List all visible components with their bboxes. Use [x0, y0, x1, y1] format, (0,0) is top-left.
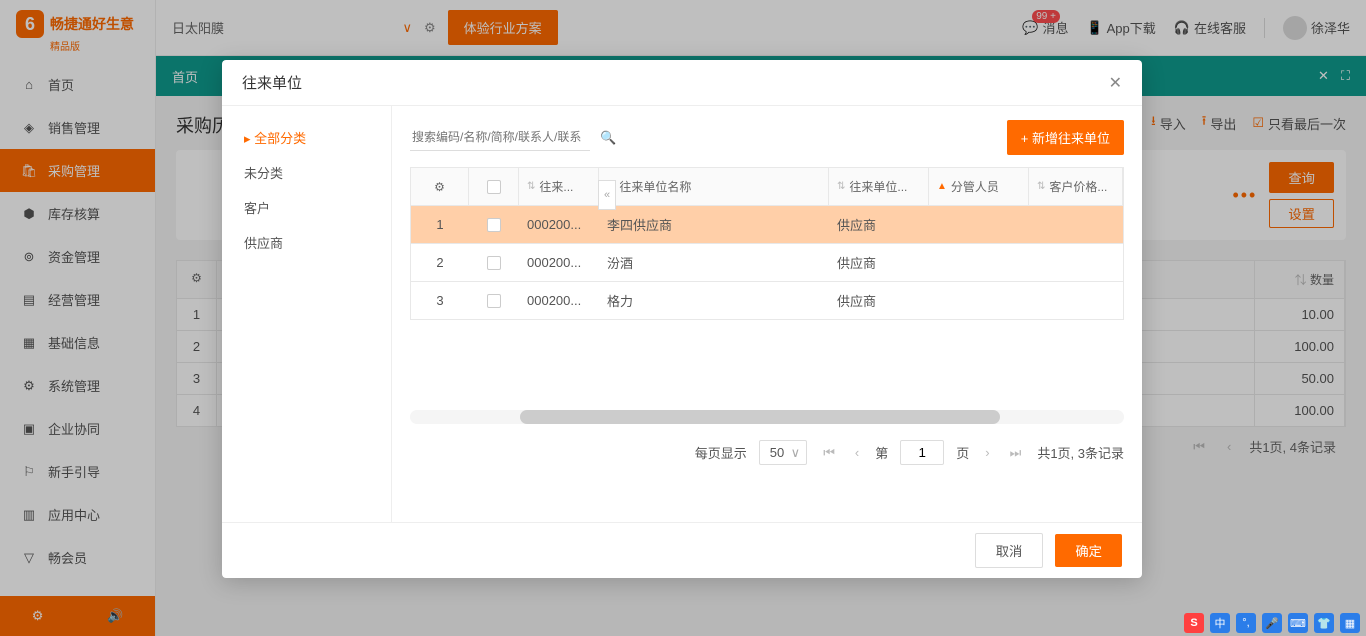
category-supplier[interactable]: 供应商 — [222, 225, 391, 260]
ime-tool-icon[interactable]: ▦ — [1340, 613, 1360, 633]
search-icon[interactable]: 🔍 — [600, 130, 616, 146]
ime-s-icon[interactable]: S — [1184, 613, 1204, 633]
table-row[interactable]: 1 000200... 李四供应商 供应商 — [411, 205, 1123, 243]
modal-close-button[interactable]: ✕ — [1109, 73, 1122, 93]
row-price — [1029, 244, 1123, 281]
cancel-button[interactable]: 取消 — [975, 533, 1044, 568]
row-index: 1 — [411, 206, 469, 243]
partner-table: ⚙ ⇅往来... ⇅往来单位名称 ⇅往来单位... ▲分管人员 ⇅客户价格...… — [410, 167, 1124, 320]
horizontal-scrollbar[interactable] — [410, 410, 1124, 424]
add-partner-button[interactable]: + 新增往来单位 — [1007, 120, 1124, 155]
chevron-down-icon: ∨ — [791, 445, 801, 461]
modal-title: 往来单位 — [242, 72, 302, 93]
row-index: 2 — [411, 244, 469, 281]
ime-skin-icon[interactable]: 👕 — [1314, 613, 1334, 633]
row-type: 供应商 — [829, 244, 929, 281]
row-price — [1029, 282, 1123, 319]
page-pre-label: 第 — [875, 443, 888, 462]
person-header[interactable]: ▲分管人员 — [929, 168, 1029, 205]
per-page-label: 每页显示 — [695, 443, 747, 462]
row-person — [929, 244, 1029, 281]
row-person — [929, 282, 1029, 319]
type-header[interactable]: ⇅往来单位... — [829, 168, 929, 205]
page-post-label: 页 — [956, 443, 969, 462]
search-input[interactable] — [410, 124, 590, 151]
sort-icon: ⇅ — [527, 183, 535, 191]
row-person — [929, 206, 1029, 243]
checkbox-icon — [487, 180, 501, 194]
table-gear-header[interactable]: ⚙ — [411, 168, 469, 205]
category-all[interactable]: 全部分类 — [222, 120, 391, 155]
category-customer[interactable]: 客户 — [222, 190, 391, 225]
category-sidebar: 全部分类 未分类 客户 供应商 — [222, 106, 392, 522]
row-name: 格力 — [599, 282, 829, 319]
ime-mic-icon[interactable]: 🎤 — [1262, 613, 1282, 633]
row-checkbox[interactable] — [487, 256, 501, 270]
row-code: 000200... — [519, 282, 599, 319]
row-type: 供应商 — [829, 206, 929, 243]
row-checkbox[interactable] — [487, 294, 501, 308]
modal-partner: 往来单位 ✕ 全部分类 未分类 客户 供应商 « 🔍 + 新增往来单位 ⚙ ⇅往… — [222, 60, 1142, 578]
category-uncategorized[interactable]: 未分类 — [222, 155, 391, 190]
row-name: 李四供应商 — [599, 206, 829, 243]
first-page-icon[interactable]: ⏮ — [819, 445, 839, 461]
row-checkbox[interactable] — [487, 218, 501, 232]
ime-keyboard-icon[interactable]: ⌨ — [1288, 613, 1308, 633]
collapse-sidebar-button[interactable]: « — [598, 180, 616, 210]
pagination: 每页显示 50 ∨ ⏮ ‹ 第 页 › ⏭ 共1页, 3条记录 — [410, 424, 1124, 481]
ime-punct-icon[interactable]: °, — [1236, 613, 1256, 633]
last-page-icon[interactable]: ⏭ — [1006, 445, 1026, 461]
row-type: 供应商 — [829, 282, 929, 319]
ok-button[interactable]: 确定 — [1055, 534, 1122, 567]
sort-icon: ⇅ — [837, 183, 845, 191]
per-page-select[interactable]: 50 ∨ — [759, 440, 807, 465]
ime-lang-icon[interactable]: 中 — [1210, 613, 1230, 633]
price-header[interactable]: ⇅客户价格... — [1029, 168, 1123, 205]
ime-bar: S 中 °, 🎤 ⌨ 👕 ▦ — [1178, 610, 1366, 636]
row-code: 000200... — [519, 244, 599, 281]
code-header[interactable]: ⇅往来... — [519, 168, 599, 205]
sort-icon: ⇅ — [1037, 183, 1045, 191]
row-code: 000200... — [519, 206, 599, 243]
next-page-icon[interactable]: › — [981, 445, 993, 460]
row-name: 汾酒 — [599, 244, 829, 281]
sort-icon: ▲ — [937, 183, 947, 191]
table-row[interactable]: 3 000200... 格力 供应商 — [411, 281, 1123, 319]
row-price — [1029, 206, 1123, 243]
prev-page-icon[interactable]: ‹ — [851, 445, 863, 460]
table-checkbox-header[interactable] — [469, 168, 519, 205]
row-index: 3 — [411, 282, 469, 319]
pagination-summary: 共1页, 3条记录 — [1037, 443, 1124, 462]
name-header[interactable]: ⇅往来单位名称 — [599, 168, 829, 205]
table-row[interactable]: 2 000200... 汾酒 供应商 — [411, 243, 1123, 281]
page-input[interactable] — [900, 440, 944, 465]
